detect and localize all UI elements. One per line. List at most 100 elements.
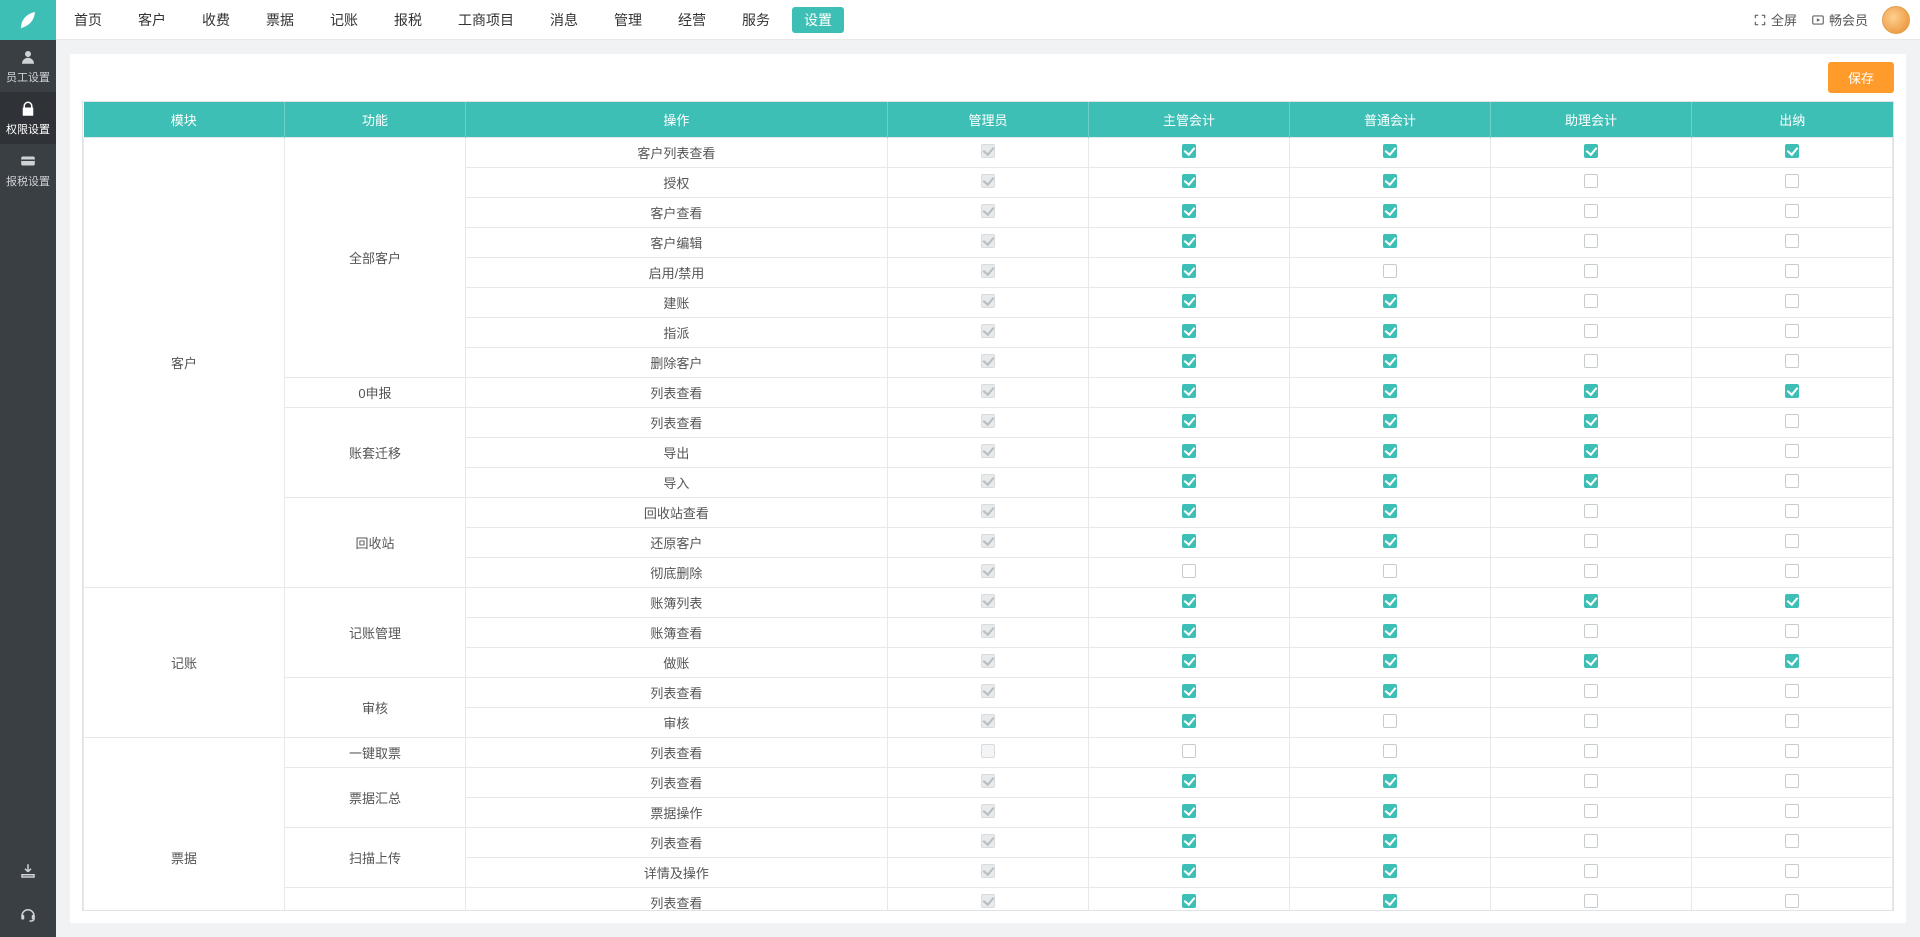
perm-checkbox[interactable] [1182,444,1196,458]
perm-checkbox[interactable] [1785,774,1799,788]
perm-checkbox[interactable] [1584,564,1598,578]
perm-checkbox[interactable] [1383,324,1397,338]
perm-checkbox[interactable] [1584,144,1598,158]
perm-checkbox[interactable] [1383,684,1397,698]
perm-checkbox[interactable] [1584,684,1598,698]
perm-checkbox[interactable] [1383,264,1397,278]
nav-item-1[interactable]: 客户 [120,0,184,39]
nav-item-10[interactable]: 服务 [724,0,788,39]
perm-checkbox[interactable] [1584,294,1598,308]
perm-checkbox[interactable] [1785,684,1799,698]
perm-checkbox[interactable] [1584,804,1598,818]
perm-checkbox[interactable] [1785,444,1799,458]
perm-checkbox[interactable] [1584,264,1598,278]
perm-checkbox[interactable] [1785,834,1799,848]
perm-checkbox[interactable] [1182,354,1196,368]
perm-checkbox[interactable] [1584,474,1598,488]
perm-checkbox[interactable] [1383,654,1397,668]
perm-checkbox[interactable] [1785,594,1799,608]
perm-checkbox[interactable] [1785,864,1799,878]
perm-checkbox[interactable] [1785,534,1799,548]
perm-checkbox[interactable] [1182,174,1196,188]
perm-checkbox[interactable] [1584,744,1598,758]
perm-checkbox[interactable] [1584,444,1598,458]
perm-checkbox[interactable] [1383,504,1397,518]
perm-checkbox[interactable] [1182,714,1196,728]
perm-checkbox[interactable] [1584,204,1598,218]
perm-checkbox[interactable] [1383,444,1397,458]
sidebar-item-1[interactable]: 权限设置 [0,92,56,144]
perm-checkbox[interactable] [1785,504,1799,518]
perm-checkbox[interactable] [1182,564,1196,578]
perm-checkbox[interactable] [1383,594,1397,608]
perm-checkbox[interactable] [1383,714,1397,728]
perm-checkbox[interactable] [1785,654,1799,668]
perm-checkbox[interactable] [1584,774,1598,788]
perm-checkbox[interactable] [1383,384,1397,398]
perm-checkbox[interactable] [1383,174,1397,188]
perm-checkbox[interactable] [1182,744,1196,758]
perm-checkbox[interactable] [1584,714,1598,728]
perm-checkbox[interactable] [1584,534,1598,548]
perm-checkbox[interactable] [1584,324,1598,338]
perm-checkbox[interactable] [1383,294,1397,308]
perm-checkbox[interactable] [1182,834,1196,848]
perm-checkbox[interactable] [1584,384,1598,398]
perm-checkbox[interactable] [1383,744,1397,758]
perm-checkbox[interactable] [1584,654,1598,668]
nav-item-8[interactable]: 管理 [596,0,660,39]
perm-checkbox[interactable] [1182,654,1196,668]
perm-checkbox[interactable] [1785,324,1799,338]
nav-item-5[interactable]: 报税 [376,0,440,39]
perm-checkbox[interactable] [1383,234,1397,248]
perm-checkbox[interactable] [1383,474,1397,488]
nav-item-9[interactable]: 经营 [660,0,724,39]
perm-checkbox[interactable] [1785,744,1799,758]
perm-checkbox[interactable] [1584,834,1598,848]
perm-checkbox[interactable] [1785,414,1799,428]
permissions-table-wrap[interactable]: 模块功能操作管理员主管会计普通会计助理会计出纳 客户全部客户客户列表查看授权客户… [82,101,1894,911]
perm-checkbox[interactable] [1383,354,1397,368]
perm-checkbox[interactable] [1182,684,1196,698]
perm-checkbox[interactable] [1182,534,1196,548]
nav-item-2[interactable]: 收费 [184,0,248,39]
avatar[interactable] [1882,6,1910,34]
perm-checkbox[interactable] [1182,414,1196,428]
perm-checkbox[interactable] [1785,294,1799,308]
perm-checkbox[interactable] [1785,204,1799,218]
perm-checkbox[interactable] [1584,594,1598,608]
perm-checkbox[interactable] [1383,564,1397,578]
perm-checkbox[interactable] [1182,264,1196,278]
perm-checkbox[interactable] [1383,534,1397,548]
perm-checkbox[interactable] [1182,294,1196,308]
member-button[interactable]: 畅会员 [1811,10,1868,29]
perm-checkbox[interactable] [1182,324,1196,338]
nav-item-7[interactable]: 消息 [532,0,596,39]
perm-checkbox[interactable] [1785,234,1799,248]
perm-checkbox[interactable] [1584,234,1598,248]
perm-checkbox[interactable] [1182,774,1196,788]
perm-checkbox[interactable] [1182,144,1196,158]
perm-checkbox[interactable] [1182,864,1196,878]
perm-checkbox[interactable] [1785,624,1799,638]
perm-checkbox[interactable] [1182,594,1196,608]
save-button[interactable]: 保存 [1828,62,1894,93]
perm-checkbox[interactable] [1182,624,1196,638]
perm-checkbox[interactable] [1785,264,1799,278]
perm-checkbox[interactable] [1182,384,1196,398]
perm-checkbox[interactable] [1584,354,1598,368]
perm-checkbox[interactable] [1383,834,1397,848]
perm-checkbox[interactable] [1383,894,1397,908]
perm-checkbox[interactable] [1182,204,1196,218]
perm-checkbox[interactable] [1383,414,1397,428]
logo[interactable] [0,0,56,40]
perm-checkbox[interactable] [1383,804,1397,818]
fullscreen-button[interactable]: 全屏 [1753,10,1797,29]
perm-checkbox[interactable] [1584,864,1598,878]
perm-checkbox[interactable] [1785,174,1799,188]
support-button[interactable] [0,893,56,937]
perm-checkbox[interactable] [1785,144,1799,158]
perm-checkbox[interactable] [1182,804,1196,818]
perm-checkbox[interactable] [1182,474,1196,488]
perm-checkbox[interactable] [1182,894,1196,908]
